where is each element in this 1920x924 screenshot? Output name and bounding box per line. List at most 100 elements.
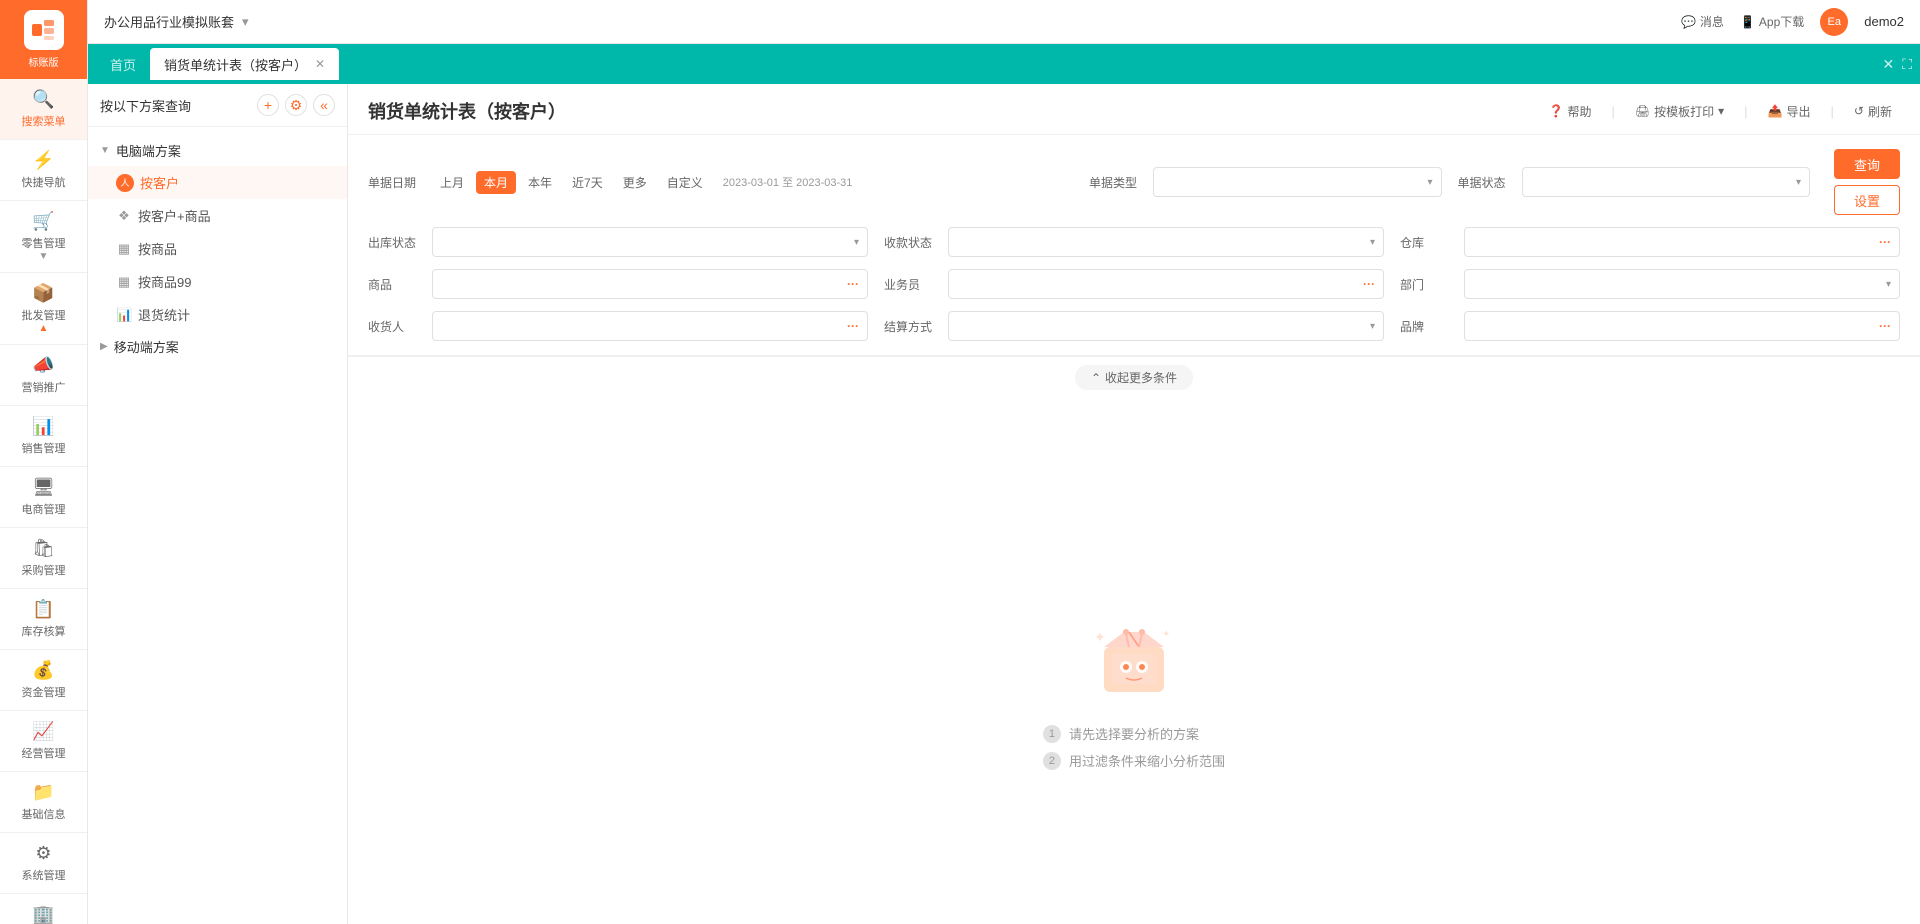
sidebar-inventory-label: 库存核算 [22, 623, 66, 639]
print-btn[interactable]: 🖨 按模板打印 ▾ [1627, 99, 1732, 124]
receiver-select[interactable]: ··· [432, 311, 868, 341]
sidebar-item-quick-nav[interactable]: ⚡ 快捷导航 [0, 140, 87, 201]
doc-status-select[interactable]: ▾ [1522, 167, 1811, 197]
settle-select[interactable]: ▾ [948, 311, 1384, 341]
scheme-item-return-stat[interactable]: 📊 退货统计 [88, 298, 347, 331]
date-tab-last-month[interactable]: 上月 [432, 171, 472, 194]
sidebar-item-basic[interactable]: 📁 基础信息 [0, 772, 87, 833]
date-tab-more[interactable]: 更多 [615, 171, 655, 194]
out-status-select[interactable]: ▾ [432, 227, 868, 257]
brand-dots: ··· [1879, 319, 1891, 333]
user-avatar: Ea [1820, 8, 1848, 36]
scheme-item-return-stat-label: 退货统计 [138, 305, 190, 324]
sidebar-item-wholesale[interactable]: 📦 批发管理 ▲ [0, 273, 87, 345]
ecommerce-icon: 🖥 [32, 477, 55, 498]
export-btn[interactable]: 📤 导出 [1760, 99, 1819, 124]
settings-scheme-btn[interactable]: ⚙ [285, 94, 307, 116]
out-status-label: 出库状态 [368, 234, 424, 251]
goods-label: 商品 [368, 276, 424, 293]
basic-icon: 📁 [32, 782, 54, 803]
collapse-panel-btn[interactable]: « [313, 94, 335, 116]
goods-dots: ··· [847, 277, 859, 291]
scheme-group-mobile-header[interactable]: ▶ 移动端方案 [88, 331, 347, 362]
receipt-status-select[interactable]: ▾ [948, 227, 1384, 257]
retail-arrow: ▼ [39, 251, 49, 262]
svg-text:✦: ✦ [1162, 629, 1170, 640]
sidebar-sales-label: 销售管理 [22, 440, 66, 456]
tab-sales-stat[interactable]: 销货单统计表（按客户） ✕ [150, 48, 339, 80]
settings-btn[interactable]: 设置 [1834, 185, 1900, 215]
sidebar-item-finance[interactable]: 💰 资金管理 [0, 650, 87, 711]
filter-row-1: 单据日期 上月 本月 本年 近7天 更多 自定义 2023-03-01 至 20… [368, 149, 1900, 215]
sidebar-item-marketing[interactable]: 📣 营销推广 [0, 345, 87, 406]
scheme-item-by-customer-goods[interactable]: ❖ 按客户+商品 [88, 199, 347, 232]
settle-field: 结算方式 ▾ [884, 311, 1384, 341]
print-dropdown-icon: ▾ [1718, 104, 1724, 118]
out-status-arrow: ▾ [854, 237, 859, 248]
sidebar-item-operations[interactable]: 📈 经营管理 [0, 711, 87, 772]
scheme-group-desktop: ▼ 电脑端方案 人 按客户 ❖ 按客户+商品 ▦ 按商品 [88, 135, 347, 331]
sidebar-search-label: 搜索菜单 [22, 113, 66, 129]
dept-field: 部门 ▾ [1400, 269, 1900, 299]
date-tab-this-month[interactable]: 本月 [476, 171, 516, 194]
sidebar-item-system[interactable]: ⚙ 系统管理 [0, 833, 87, 894]
retail-icon: 🛒 [32, 211, 54, 232]
sidebar-item-search[interactable]: 🔍 搜索菜单 [0, 79, 87, 140]
sidebar-item-sales[interactable]: 📊 销售管理 [0, 406, 87, 467]
add-scheme-btn[interactable]: + [257, 94, 279, 116]
date-tab-this-year[interactable]: 本年 [520, 171, 560, 194]
user-name[interactable]: demo2 [1864, 14, 1904, 29]
receiver-dots: ··· [847, 319, 859, 333]
tab-close-btn[interactable]: ✕ [1882, 56, 1894, 73]
query-btn[interactable]: 查询 [1834, 149, 1900, 179]
sidebar-system-label: 系统管理 [22, 867, 66, 883]
tab-home-label: 首页 [110, 55, 136, 74]
doc-status-field: 单据状态 ▾ [1458, 167, 1811, 197]
sidebar-item-retail[interactable]: 🛒 零售管理 ▼ [0, 201, 87, 273]
sidebar-item-enterprise[interactable]: 🏢 企业协同 [0, 894, 87, 924]
warehouse-field: 仓库 ··· [1400, 227, 1900, 257]
divider2: | [1744, 104, 1747, 119]
tab-maximize-btn[interactable]: ⛶ [1902, 56, 1912, 73]
tab-home[interactable]: 首页 [96, 48, 150, 80]
help-label: 帮助 [1567, 103, 1591, 120]
page-title: 销货单统计表（按客户） [368, 98, 566, 124]
tip-num-1: 1 [1043, 725, 1061, 743]
left-panel-actions: + ⚙ « [257, 94, 335, 116]
divider1: | [1612, 104, 1615, 119]
operations-icon: 📈 [32, 721, 54, 742]
doc-type-select[interactable]: ▾ [1153, 167, 1442, 197]
enterprise-icon: 🏢 [32, 904, 54, 924]
warehouse-label: 仓库 [1400, 234, 1456, 251]
collapse-btn[interactable]: ⌃ 收起更多条件 [1075, 365, 1193, 390]
tab-bar-right: ✕ ⛶ [1882, 56, 1912, 73]
filter-area: 单据日期 上月 本月 本年 近7天 更多 自定义 2023-03-01 至 20… [348, 135, 1920, 356]
collapse-label: 收起更多条件 [1105, 369, 1177, 386]
dept-select[interactable]: ▾ [1464, 269, 1900, 299]
collapse-icon: « [320, 97, 328, 113]
brand-select[interactable]: ··· [1464, 311, 1900, 341]
sidebar-item-purchase[interactable]: 🛍 采购管理 [0, 528, 87, 589]
date-tab-custom[interactable]: 自定义 [659, 171, 711, 194]
scheme-item-by-goods99-label: 按商品99 [138, 272, 191, 291]
page-title-bar: 销货单统计表（按客户） ❓ 帮助 | 🖨 按模板打印 ▾ | 📤 [348, 84, 1920, 135]
salesperson-select[interactable]: ··· [948, 269, 1384, 299]
tab-close-icon[interactable]: ✕ [315, 57, 325, 71]
refresh-label: 刷新 [1868, 103, 1892, 120]
date-tab-last7[interactable]: 近7天 [564, 171, 611, 194]
header-dropdown-icon[interactable]: ▾ [242, 14, 249, 30]
scheme-item-by-goods99[interactable]: ▦ 按商品99 [88, 265, 347, 298]
help-btn[interactable]: ❓ 帮助 [1541, 99, 1600, 124]
sidebar-item-inventory[interactable]: 📋 库存核算 [0, 589, 87, 650]
scheme-item-by-goods[interactable]: ▦ 按商品 [88, 232, 347, 265]
salesperson-field: 业务员 ··· [884, 269, 1384, 299]
scheme-item-by-customer[interactable]: 人 按客户 [88, 166, 347, 199]
warehouse-select[interactable]: ··· [1464, 227, 1900, 257]
app-download-btn[interactable]: 📱 App下载 [1740, 13, 1804, 30]
refresh-btn[interactable]: ↺ 刷新 [1846, 99, 1900, 124]
message-btn[interactable]: 💬 消息 [1681, 13, 1724, 30]
scheme-group-desktop-header[interactable]: ▼ 电脑端方案 [88, 135, 347, 166]
goods-select[interactable]: ··· [432, 269, 868, 299]
empty-tips: 1 请先选择要分析的方案 2 用过滤条件来缩小分析范围 [1043, 724, 1225, 770]
sidebar-item-ecommerce[interactable]: 🖥 电商管理 [0, 467, 87, 528]
